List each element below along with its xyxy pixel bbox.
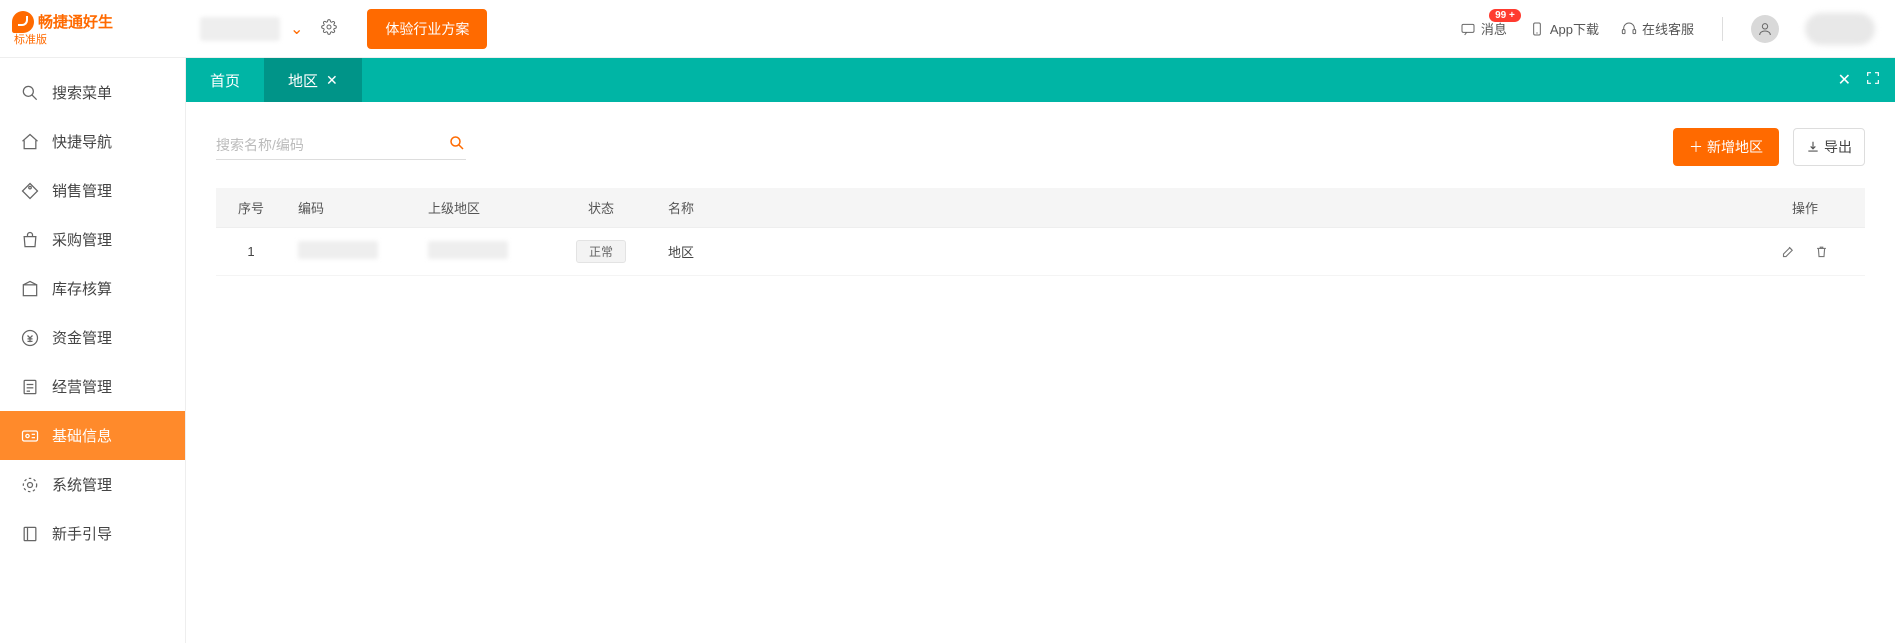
sidebar-item-inventory[interactable]: 库存核算 xyxy=(0,264,185,313)
messages-link[interactable]: 消息 99 + xyxy=(1460,19,1507,38)
cell-ops xyxy=(1745,228,1865,276)
toolbar: ＋ 新增地区 导出 xyxy=(216,128,1865,166)
tab-home[interactable]: 首页 xyxy=(186,58,264,102)
guide-icon xyxy=(20,524,40,544)
sidebar-item-label: 基础信息 xyxy=(52,425,112,446)
sidebar-item-label: 快捷导航 xyxy=(52,131,112,152)
sidebar-item-quick-nav[interactable]: 快捷导航 xyxy=(0,117,185,166)
add-region-button[interactable]: ＋ 新增地区 xyxy=(1673,128,1779,166)
sidebar-item-system[interactable]: 系统管理 xyxy=(0,460,185,509)
home-icon xyxy=(20,132,40,152)
user-name-masked[interactable] xyxy=(1805,13,1875,45)
sidebar-item-purchase[interactable]: 采购管理 xyxy=(0,215,185,264)
tab-label: 首页 xyxy=(210,70,240,91)
masked-value xyxy=(428,241,508,259)
tab-bar: 首页 地区 ✕ ✕ xyxy=(186,58,1895,102)
search-icon[interactable] xyxy=(448,134,466,155)
mobile-icon xyxy=(1529,21,1545,37)
tab-close-all-icon[interactable]: ✕ xyxy=(1838,70,1851,90)
tab-region[interactable]: 地区 ✕ xyxy=(264,58,362,102)
brand-mark-icon xyxy=(12,11,34,33)
th-code: 编码 xyxy=(286,188,416,228)
sidebar: 搜索菜单 快捷导航 销售管理 采购管理 库存核算 资金管理 xyxy=(0,58,186,643)
masked-value xyxy=(298,241,378,259)
sidebar-item-label: 采购管理 xyxy=(52,229,112,250)
report-icon xyxy=(20,377,40,397)
region-table: 序号 编码 上级地区 状态 名称 操作 1 xyxy=(216,188,1865,276)
sidebar-item-label: 搜索菜单 xyxy=(52,82,112,103)
sidebar-item-sales[interactable]: 销售管理 xyxy=(0,166,185,215)
search-icon xyxy=(20,83,40,103)
cell-code xyxy=(286,228,416,276)
headset-icon xyxy=(1621,21,1637,37)
tag-icon xyxy=(20,181,40,201)
online-service-link[interactable]: 在线客服 xyxy=(1621,19,1694,38)
sidebar-item-basic-info[interactable]: 基础信息 xyxy=(0,411,185,460)
sidebar-item-funds[interactable]: 资金管理 xyxy=(0,313,185,362)
th-status: 状态 xyxy=(546,188,656,228)
user-avatar-icon[interactable] xyxy=(1751,15,1779,43)
brand-edition: 标准版 xyxy=(14,31,160,47)
add-region-label: 新增地区 xyxy=(1707,137,1763,157)
messages-badge: 99 + xyxy=(1489,9,1521,22)
cell-parent xyxy=(416,228,546,276)
sidebar-item-label: 新手引导 xyxy=(52,523,112,544)
brand-name: 畅捷通好生 xyxy=(38,11,113,32)
sidebar-item-label: 系统管理 xyxy=(52,474,112,495)
app-download-link[interactable]: App下载 xyxy=(1529,19,1599,38)
sidebar-item-search-menu[interactable]: 搜索菜单 xyxy=(0,68,185,117)
settings-gear-icon[interactable] xyxy=(321,19,337,38)
th-ops: 操作 xyxy=(1745,188,1865,228)
th-name: 名称 xyxy=(656,188,1745,228)
gear-dash-icon xyxy=(20,475,40,495)
header-right: 消息 99 + App下载 在线客服 xyxy=(1460,13,1875,45)
chevron-down-icon: ⌄ xyxy=(290,19,303,39)
id-icon xyxy=(20,426,40,446)
tab-label: 地区 xyxy=(288,70,318,91)
search-box[interactable] xyxy=(216,134,466,160)
online-service-label: 在线客服 xyxy=(1642,19,1694,38)
box-icon xyxy=(20,279,40,299)
fullscreen-icon[interactable] xyxy=(1865,70,1881,91)
top-header: 畅捷通好生 标准版 ⌄ 体验行业方案 消息 99 + App下载 xyxy=(0,0,1895,58)
search-input[interactable] xyxy=(216,137,448,153)
sidebar-item-label: 经营管理 xyxy=(52,376,112,397)
sidebar-item-newbie[interactable]: 新手引导 xyxy=(0,509,185,558)
status-badge: 正常 xyxy=(576,240,626,263)
cell-status: 正常 xyxy=(546,228,656,276)
export-icon xyxy=(1806,140,1820,154)
company-name-masked xyxy=(200,17,280,41)
experience-plan-button[interactable]: 体验行业方案 xyxy=(367,9,487,49)
sidebar-item-label: 库存核算 xyxy=(52,278,112,299)
header-divider xyxy=(1722,17,1723,41)
money-icon xyxy=(20,328,40,348)
company-selector[interactable]: ⌄ xyxy=(200,17,303,41)
sidebar-item-label: 销售管理 xyxy=(52,180,112,201)
close-icon[interactable]: ✕ xyxy=(326,72,338,89)
export-label: 导出 xyxy=(1824,137,1852,157)
app-download-label: App下载 xyxy=(1550,19,1599,38)
table-row: 1 正常 地区 xyxy=(216,228,1865,276)
th-seq: 序号 xyxy=(216,188,286,228)
cell-seq: 1 xyxy=(216,228,286,276)
plus-icon: ＋ xyxy=(1689,137,1703,157)
th-parent: 上级地区 xyxy=(416,188,546,228)
cell-name: 地区 xyxy=(656,228,1745,276)
delete-icon[interactable] xyxy=(1814,244,1829,259)
chat-icon xyxy=(1460,21,1476,37)
sidebar-item-operation[interactable]: 经营管理 xyxy=(0,362,185,411)
edit-icon[interactable] xyxy=(1781,244,1796,259)
export-button[interactable]: 导出 xyxy=(1793,128,1865,166)
bag-icon xyxy=(20,230,40,250)
sidebar-item-label: 资金管理 xyxy=(52,327,112,348)
brand-logo: 畅捷通好生 标准版 xyxy=(0,11,160,47)
